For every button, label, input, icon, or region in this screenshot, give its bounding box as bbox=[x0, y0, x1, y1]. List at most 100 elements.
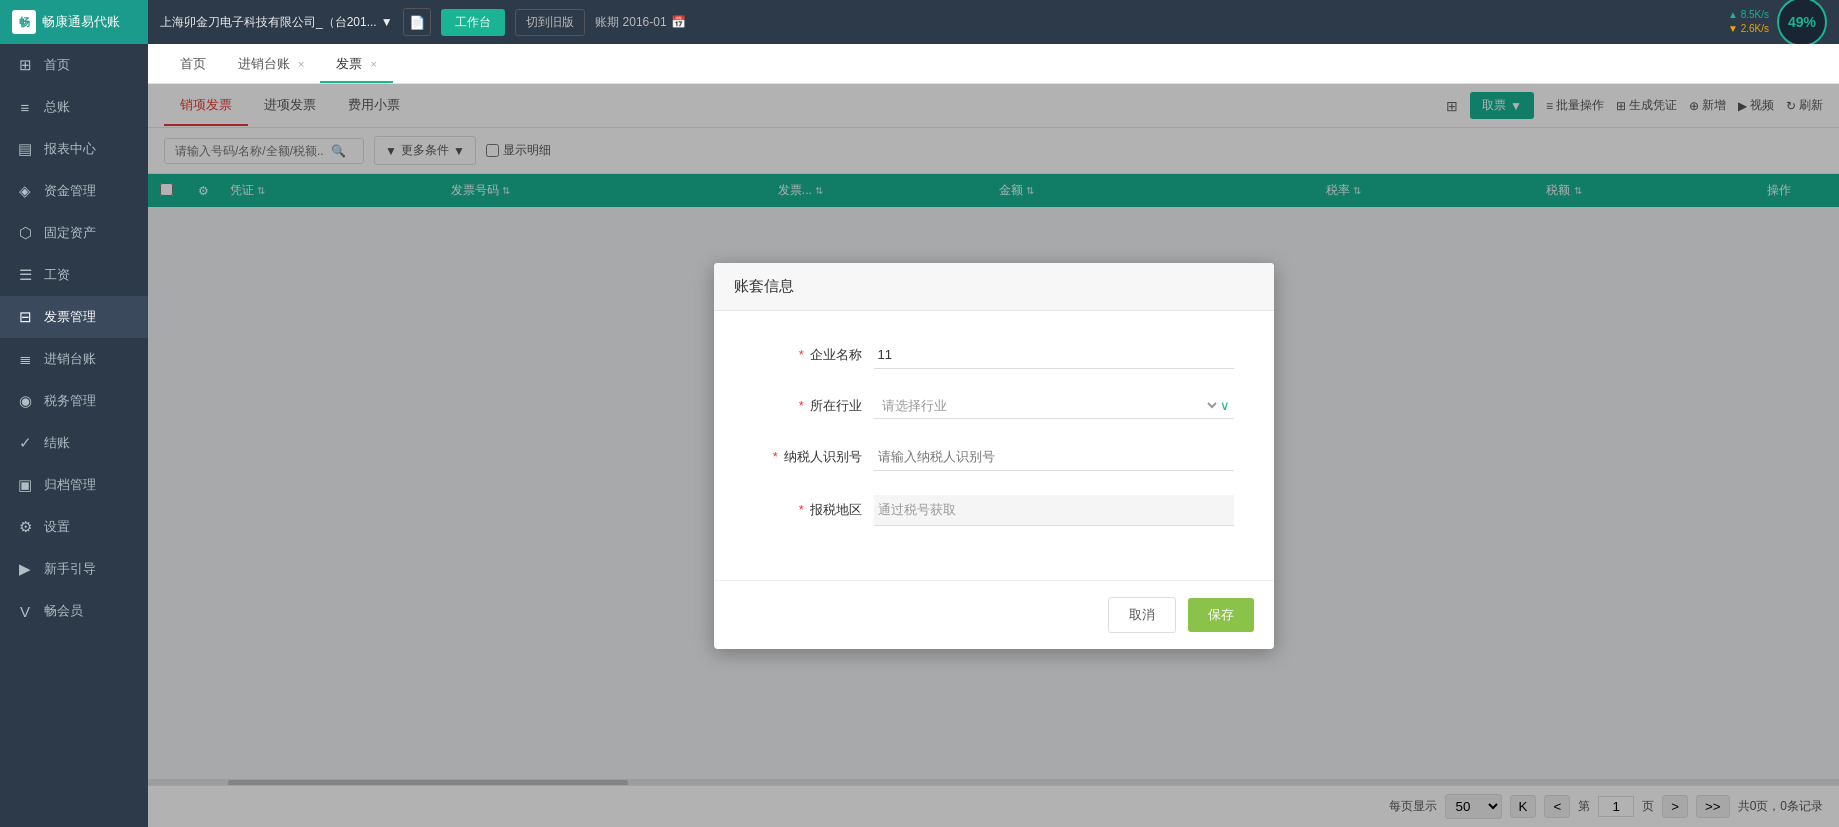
main-area: 上海卯金刀电子科技有限公司_（台201... ▼ 📄 工作台 切到旧版 账期 2… bbox=[148, 0, 1839, 827]
sidebar-item-label: 畅会员 bbox=[44, 602, 83, 620]
tab-invoice-label: 发票 bbox=[336, 55, 362, 73]
sidebar-item-guide[interactable]: ▶ 新手引导 bbox=[0, 548, 148, 590]
sidebar-item-label: 资金管理 bbox=[44, 182, 96, 200]
tab-home[interactable]: 首页 bbox=[164, 47, 222, 83]
save-button[interactable]: 保存 bbox=[1188, 598, 1254, 632]
company-name-input[interactable] bbox=[874, 341, 1234, 369]
sidebar-item-archive[interactable]: ▣ 归档管理 bbox=[0, 464, 148, 506]
funds-icon: ◈ bbox=[16, 182, 34, 200]
period-display: 账期 2016-01 📅 bbox=[595, 14, 686, 31]
tab-invoice-close[interactable]: × bbox=[370, 58, 376, 70]
tab-purchase[interactable]: 进销台账 × bbox=[222, 47, 320, 83]
logo-icon: 畅 bbox=[12, 10, 36, 34]
archive-icon: ▣ bbox=[16, 476, 34, 494]
period-value: 2016-01 bbox=[623, 15, 667, 29]
company-dropdown-icon[interactable]: ▼ bbox=[381, 15, 393, 29]
modal-footer: 取消 保存 bbox=[714, 580, 1274, 649]
workbench-button[interactable]: 工作台 bbox=[441, 9, 505, 36]
sidebar-item-label: 首页 bbox=[44, 56, 70, 74]
topbar-right: ▲ 8.5K/s ▼ 2.6K/s 49% bbox=[1728, 0, 1827, 47]
ledger-icon: ≡ bbox=[16, 99, 34, 116]
tax-region-readonly: 通过税号获取 bbox=[874, 495, 1234, 526]
sidebar-item-settle[interactable]: ✓ 结账 bbox=[0, 422, 148, 464]
assets-icon: ⬡ bbox=[16, 224, 34, 242]
modal-overlay: 账套信息 * 企业名称 * 所在行 bbox=[148, 84, 1839, 827]
cancel-button[interactable]: 取消 bbox=[1108, 597, 1176, 633]
sidebar-item-tax[interactable]: ◉ 税务管理 bbox=[0, 380, 148, 422]
sidebar-item-label: 归档管理 bbox=[44, 476, 96, 494]
company-name-row: * 企业名称 bbox=[754, 341, 1234, 369]
sidebar-item-label: 新手引导 bbox=[44, 560, 96, 578]
sidebar-item-ledger[interactable]: ≡ 总账 bbox=[0, 86, 148, 128]
required-mark: * bbox=[799, 347, 804, 362]
tab-bar: 首页 进销台账 × 发票 × bbox=[148, 44, 1839, 84]
sidebar-item-label: 进销台账 bbox=[44, 350, 96, 368]
company-name: 上海卯金刀电子科技有限公司_（台201... bbox=[160, 14, 377, 31]
invoice-icon: ⊟ bbox=[16, 308, 34, 326]
sidebar-item-home[interactable]: ⊞ 首页 bbox=[0, 44, 148, 86]
period-label: 账期 bbox=[595, 14, 619, 31]
content-area: 销项发票 进项发票 费用小票 ⊞ 取票 ▼ ≡ 批量操作 bbox=[148, 84, 1839, 827]
required-mark: * bbox=[773, 449, 778, 464]
sidebar-item-member[interactable]: V 畅会员 bbox=[0, 590, 148, 632]
company-name-label: * 企业名称 bbox=[754, 346, 874, 364]
member-icon: V bbox=[16, 603, 34, 620]
sidebar-item-assets[interactable]: ⬡ 固定资产 bbox=[0, 212, 148, 254]
purchase-icon: ≣ bbox=[16, 350, 34, 368]
topbar: 上海卯金刀电子科技有限公司_（台201... ▼ 📄 工作台 切到旧版 账期 2… bbox=[148, 0, 1839, 44]
sidebar-item-label: 结账 bbox=[44, 434, 70, 452]
sidebar-item-payroll[interactable]: ☰ 工资 bbox=[0, 254, 148, 296]
sidebar-item-label: 发票管理 bbox=[44, 308, 96, 326]
required-mark: * bbox=[799, 398, 804, 413]
sidebar: 畅 畅康通易代账 ⊞ 首页 ≡ 总账 ▤ 报表中心 ◈ 资金管理 ⬡ 固定资产 … bbox=[0, 0, 148, 827]
sidebar-item-label: 固定资产 bbox=[44, 224, 96, 242]
tax-icon: ◉ bbox=[16, 392, 34, 410]
sidebar-item-funds[interactable]: ◈ 资金管理 bbox=[0, 170, 148, 212]
industry-label: * 所在行业 bbox=[754, 397, 874, 415]
industry-dropdown-icon: ∨ bbox=[1220, 398, 1230, 413]
industry-select[interactable]: 请选择行业 bbox=[878, 397, 1220, 414]
tax-id-row: * 纳税人识别号 bbox=[754, 443, 1234, 471]
sidebar-item-label: 总账 bbox=[44, 98, 70, 116]
account-info-modal: 账套信息 * 企业名称 * 所在行 bbox=[714, 263, 1274, 649]
modal-header: 账套信息 bbox=[714, 263, 1274, 311]
reports-icon: ▤ bbox=[16, 140, 34, 158]
sidebar-item-purchase[interactable]: ≣ 进销台账 bbox=[0, 338, 148, 380]
speed-info: ▲ 8.5K/s ▼ 2.6K/s bbox=[1728, 8, 1769, 36]
sidebar-item-label: 工资 bbox=[44, 266, 70, 284]
tab-invoice[interactable]: 发票 × bbox=[320, 47, 392, 83]
sidebar-item-label: 税务管理 bbox=[44, 392, 96, 410]
tax-id-input[interactable] bbox=[874, 443, 1234, 471]
settle-icon: ✓ bbox=[16, 434, 34, 452]
tab-purchase-label: 进销台账 bbox=[238, 55, 290, 73]
tab-home-label: 首页 bbox=[180, 55, 206, 73]
sidebar-item-invoice[interactable]: ⊟ 发票管理 bbox=[0, 296, 148, 338]
logo-text: 畅康通易代账 bbox=[42, 13, 120, 31]
modal-body: * 企业名称 * 所在行业 请选择行业 bbox=[714, 311, 1274, 580]
payroll-icon: ☰ bbox=[16, 266, 34, 284]
modal-title: 账套信息 bbox=[734, 277, 794, 294]
speed-down: ▼ 2.6K/s bbox=[1728, 22, 1769, 36]
speed-up: ▲ 8.5K/s bbox=[1728, 8, 1769, 22]
tax-region-label: * 报税地区 bbox=[754, 501, 874, 519]
sidebar-item-reports[interactable]: ▤ 报表中心 bbox=[0, 128, 148, 170]
home-icon: ⊞ bbox=[16, 56, 34, 74]
settings-icon: ⚙ bbox=[16, 518, 34, 536]
speed-percent: 49% bbox=[1788, 14, 1816, 30]
calendar-icon[interactable]: 📅 bbox=[671, 15, 686, 29]
old-version-button[interactable]: 切到旧版 bbox=[515, 9, 585, 36]
sidebar-item-label: 设置 bbox=[44, 518, 70, 536]
company-selector[interactable]: 上海卯金刀电子科技有限公司_（台201... ▼ bbox=[160, 14, 393, 31]
required-mark: * bbox=[799, 502, 804, 517]
industry-select-wrapper[interactable]: 请选择行业 ∨ bbox=[874, 393, 1234, 419]
tax-id-label: * 纳税人识别号 bbox=[754, 448, 874, 466]
doc-icon[interactable]: 📄 bbox=[403, 8, 431, 36]
sidebar-item-settings[interactable]: ⚙ 设置 bbox=[0, 506, 148, 548]
speed-indicator: 49% bbox=[1777, 0, 1827, 47]
tax-region-row: * 报税地区 通过税号获取 bbox=[754, 495, 1234, 526]
industry-row: * 所在行业 请选择行业 ∨ bbox=[754, 393, 1234, 419]
tab-purchase-close[interactable]: × bbox=[298, 58, 304, 70]
guide-icon: ▶ bbox=[16, 560, 34, 578]
sidebar-logo: 畅 畅康通易代账 bbox=[0, 0, 148, 44]
sidebar-item-label: 报表中心 bbox=[44, 140, 96, 158]
